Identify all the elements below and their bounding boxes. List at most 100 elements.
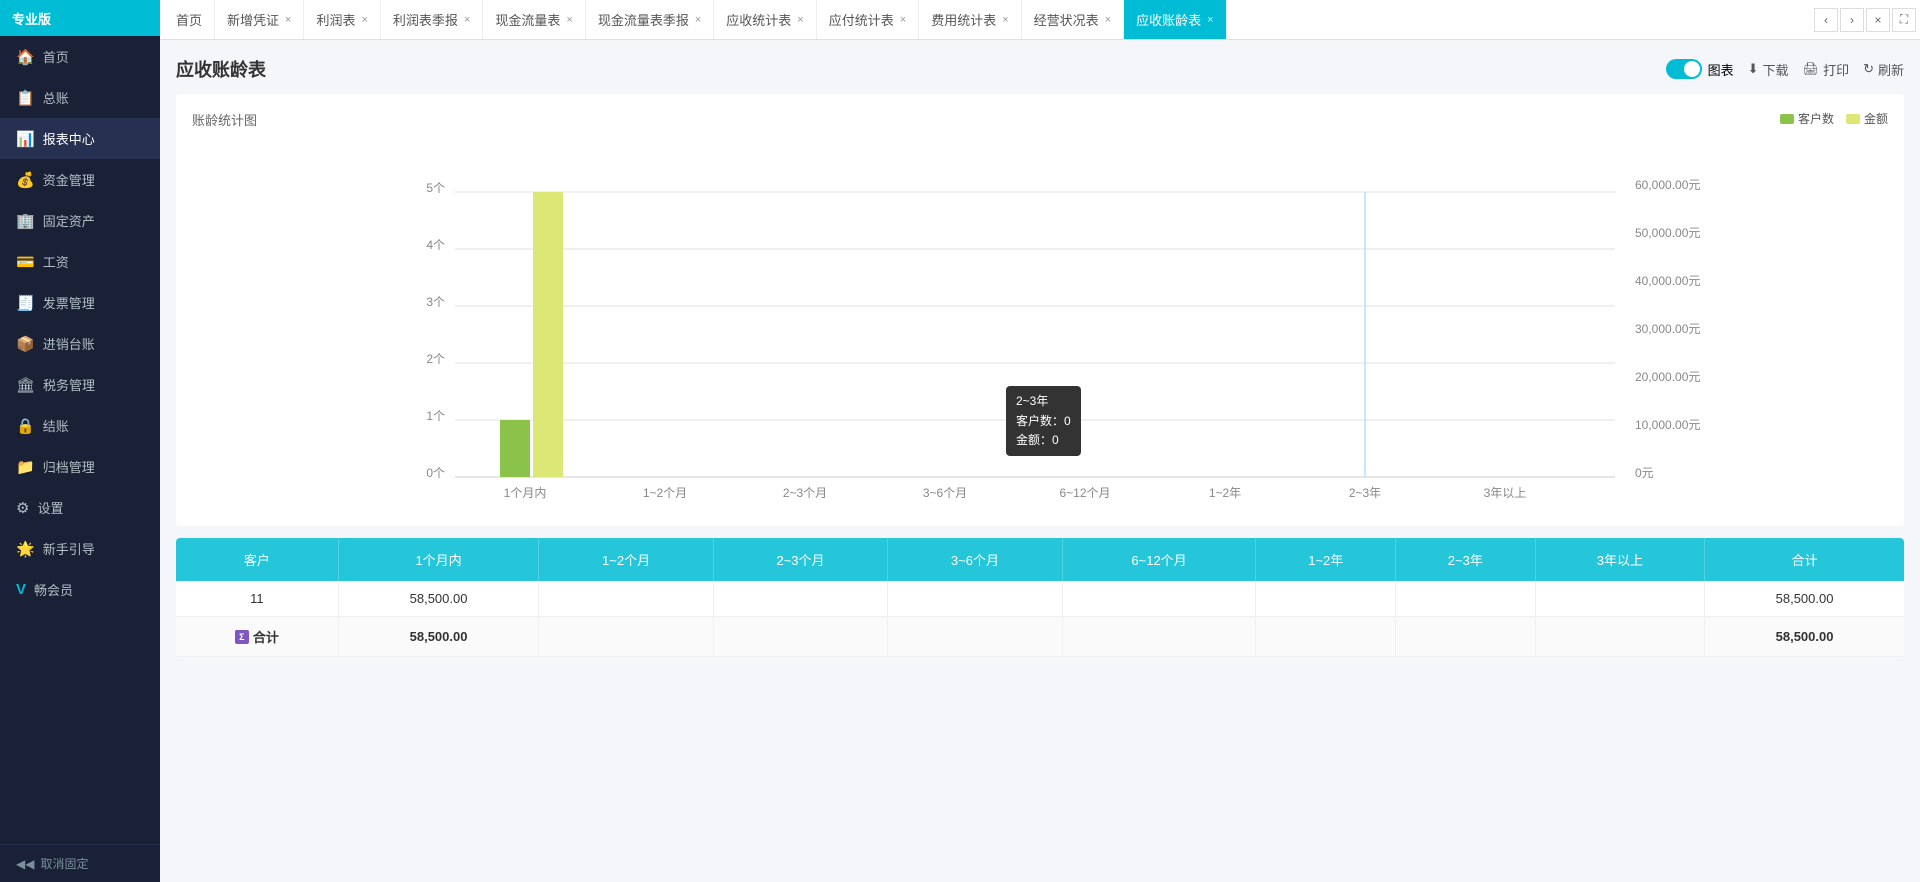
tab-receivable-stats-label: 应收统计表 [726,10,791,29]
tab-next-button[interactable]: › [1840,8,1864,32]
bar-month1-yellow[interactable] [533,192,563,477]
sidebar-label-assets: 固定资产 [43,211,95,230]
col-total: 合计 [1705,538,1904,581]
chart-title: 账龄统计图 [192,110,1888,129]
home-icon: 🏠 [16,48,35,66]
bar-month1-green[interactable] [500,420,530,477]
tab-expense-stats-close[interactable]: × [1002,14,1008,26]
tab-payable-stats-close[interactable]: × [900,14,906,26]
closing-icon: 🔒 [16,417,35,435]
page-title-bar: 应收账龄表 图表 ⬇ 下载 🖨 打印 ↻ 刷新 [176,56,1904,82]
total-label-text: 合计 [253,627,279,646]
chart-legend: 客户数 金额 [1780,110,1888,127]
tab-profit-close[interactable]: × [361,14,367,26]
row-month12 [539,581,713,617]
legend-customer-dot [1780,114,1794,124]
svg-text:1个: 1个 [426,409,445,423]
sidebar-item-tax[interactable]: 🏛 税务管理 [0,364,160,405]
download-button[interactable]: ⬇ 下载 [1748,60,1789,79]
row-year3plus [1535,581,1705,617]
chart-toggle[interactable] [1666,59,1702,79]
download-label: 下载 [1763,60,1789,79]
legend-customer: 客户数 [1780,110,1834,127]
sidebar-item-ledger[interactable]: 📋 总账 [0,77,160,118]
total-month36 [888,617,1062,657]
svg-text:0元: 0元 [1635,466,1654,480]
guide-icon: 🌟 [16,540,35,558]
tab-new-voucher-close[interactable]: × [285,14,291,26]
unpin-button[interactable]: ◀◀ 取消固定 [0,844,160,882]
tab-operations-close[interactable]: × [1105,14,1111,26]
sidebar-item-inventory[interactable]: 📦 进销台账 [0,323,160,364]
salary-icon: 💳 [16,253,35,271]
sidebar-label-invoice: 发票管理 [43,293,95,312]
tab-receivable-aging[interactable]: 应收账龄表 × [1124,0,1226,39]
col-year12: 1~2年 [1256,538,1396,581]
total-month23 [713,617,887,657]
tab-cashflow-quarterly[interactable]: 现金流量表季报 × [586,0,714,39]
sidebar-label-ledger: 总账 [43,88,69,107]
tab-receivable-stats-close[interactable]: × [797,14,803,26]
svg-text:1~2个月: 1~2个月 [643,486,687,500]
tab-home[interactable]: 首页 [164,0,215,39]
settings-icon: ⚙ [16,499,29,517]
sidebar-item-home[interactable]: 🏠 首页 [0,36,160,77]
tab-operations[interactable]: 经营状况表 × [1022,0,1124,39]
svg-text:1~2年: 1~2年 [1209,486,1241,500]
sidebar-item-reports[interactable]: 📊 报表中心 [0,118,160,159]
sidebar-item-capital[interactable]: 💰 资金管理 [0,159,160,200]
tab-new-voucher[interactable]: 新增凭证 × [215,0,304,39]
sidebar-item-archive[interactable]: 📁 归档管理 [0,446,160,487]
tab-payable-stats[interactable]: 应付统计表 × [817,0,919,39]
svg-text:2个: 2个 [426,352,445,366]
ledger-icon: 📋 [16,89,35,107]
sidebar-item-settings[interactable]: ⚙ 设置 [0,487,160,528]
svg-text:3年以上: 3年以上 [1484,486,1527,500]
tab-receivable-stats[interactable]: 应收统计表 × [714,0,816,39]
tab-new-voucher-label: 新增凭证 [227,10,279,29]
unpin-icon: ◀◀ [16,857,34,871]
sidebar-item-invoice[interactable]: 🧾 发票管理 [0,282,160,323]
tab-maximize-button[interactable]: ⛶ [1892,8,1916,32]
total-row: Σ 合计 58,500.00 58,500.00 [176,617,1904,657]
legend-amount-label: 金额 [1864,110,1888,127]
legend-customer-label: 客户数 [1798,110,1834,127]
content-area: 应收账龄表 图表 ⬇ 下载 🖨 打印 ↻ 刷新 [160,40,1920,882]
sidebar-item-closing[interactable]: 🔒 结账 [0,405,160,446]
col-year23: 2~3年 [1396,538,1536,581]
tab-close-button[interactable]: × [1866,8,1890,32]
inventory-icon: 📦 [16,335,35,353]
main-area: 首页 新增凭证 × 利润表 × 利润表季报 × 现金流量表 × 现金流量表季报 … [160,0,1920,882]
tab-prev-button[interactable]: ‹ [1814,8,1838,32]
print-button[interactable]: 🖨 打印 [1803,60,1850,79]
tab-profit-quarterly-label: 利润表季报 [393,10,458,29]
print-icon: 🖨 [1803,61,1820,77]
tab-receivable-aging-label: 应收账龄表 [1136,10,1201,29]
tab-receivable-aging-close[interactable]: × [1207,14,1213,26]
chart-toggle-wrap: 图表 [1666,59,1734,79]
reports-icon: 📊 [16,130,35,148]
page-actions: 图表 ⬇ 下载 🖨 打印 ↻ 刷新 [1666,59,1904,79]
sidebar-item-assets[interactable]: 🏢 固定资产 [0,200,160,241]
tab-expense-stats[interactable]: 费用统计表 × [919,0,1021,39]
tab-cashflow-quarterly-close[interactable]: × [695,14,701,26]
tab-cashflow-close[interactable]: × [566,14,572,26]
tab-profit-quarterly[interactable]: 利润表季报 × [381,0,483,39]
total-month1: 58,500.00 [338,617,539,657]
refresh-button[interactable]: ↻ 刷新 [1863,60,1904,79]
total-year12 [1256,617,1396,657]
unpin-label: 取消固定 [40,855,88,872]
tab-cashflow[interactable]: 现金流量表 × [483,0,585,39]
total-month12 [539,617,713,657]
tab-profit-quarterly-close[interactable]: × [464,14,470,26]
svg-text:20,000.00元: 20,000.00元 [1635,370,1700,384]
tab-profit[interactable]: 利润表 × [304,0,380,39]
sidebar-label-closing: 结账 [43,416,69,435]
sidebar-item-vip[interactable]: V 畅会员 [0,569,160,610]
sidebar-label-vip: 畅会员 [34,580,73,599]
assets-icon: 🏢 [16,212,35,230]
sidebar-item-guide[interactable]: 🌟 新手引导 [0,528,160,569]
table-row[interactable]: 11 58,500.00 58,500.00 [176,581,1904,617]
col-month612: 6~12个月 [1062,538,1256,581]
sidebar-item-salary[interactable]: 💳 工资 [0,241,160,282]
